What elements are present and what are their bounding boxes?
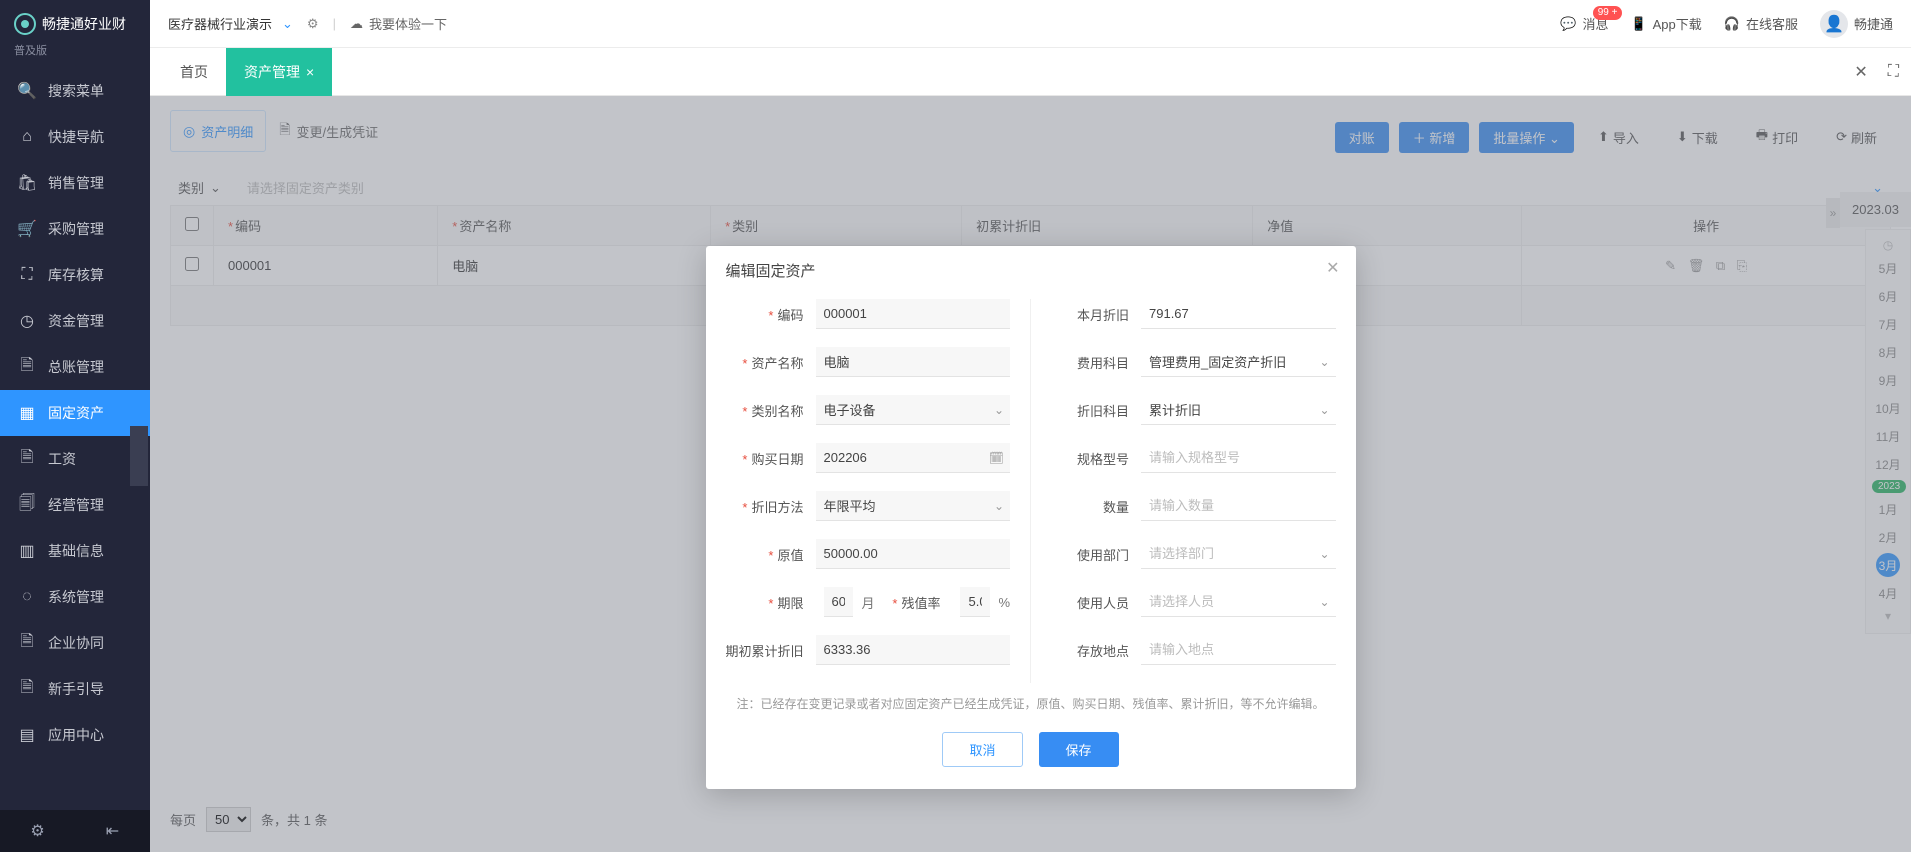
depr-acct-select[interactable] bbox=[1141, 395, 1336, 425]
sidebar-item-14[interactable]: ▤应用中心 bbox=[0, 712, 150, 758]
sidebar-item-8[interactable]: 🗎工资 bbox=[0, 436, 150, 482]
nav-icon: ⛶ bbox=[18, 266, 36, 284]
modal-title: 编辑固定资产 bbox=[726, 263, 816, 280]
sidebar-item-6[interactable]: 🗎总账管理 bbox=[0, 344, 150, 390]
edit-asset-modal: 编辑固定资产 ✕ *编码 *资产名称 *类别名称⌄ *购买日期🗓 *折旧方法⌄ … bbox=[706, 246, 1356, 789]
message-button[interactable]: 💬 消息 99 + bbox=[1560, 14, 1608, 33]
sidebar-item-5[interactable]: ◷资金管理 bbox=[0, 298, 150, 344]
sidebar-item-11[interactable]: ◌系统管理 bbox=[0, 574, 150, 620]
cloud-icon: ☁ bbox=[350, 16, 363, 32]
phone-icon: 📱 bbox=[1630, 16, 1646, 32]
period-input[interactable] bbox=[824, 587, 854, 617]
nav-icon: 🛒 bbox=[18, 220, 36, 238]
chevron-down-icon[interactable]: ⌄ bbox=[1319, 547, 1329, 561]
nav-icon: 🗎 bbox=[18, 358, 36, 376]
tab-0[interactable]: 首页 bbox=[162, 48, 226, 96]
sidebar-item-0[interactable]: 🔍搜索菜单 bbox=[0, 68, 150, 114]
chevron-down-icon[interactable]: ⌄ bbox=[994, 403, 1004, 417]
avatar: 👤 bbox=[1820, 10, 1848, 38]
modal-note: 注：已经存在变更记录或者对应固定资产已经生成凭证，原值、购买日期、残值率、累计折… bbox=[706, 683, 1356, 716]
close-all-icon[interactable]: ✕ bbox=[1854, 62, 1867, 82]
close-icon[interactable]: ✕ bbox=[1326, 258, 1339, 278]
logo: 畅捷通好业财 bbox=[0, 0, 150, 48]
sidebar-item-10[interactable]: ▥基础信息 bbox=[0, 528, 150, 574]
app-download-button[interactable]: 📱 App下载 bbox=[1630, 14, 1701, 33]
nav-icon: ▤ bbox=[18, 726, 36, 744]
residual-input[interactable] bbox=[960, 587, 990, 617]
sidebar-item-9[interactable]: 🗐经营管理 bbox=[0, 482, 150, 528]
location-input[interactable] bbox=[1141, 635, 1336, 665]
nav-icon: 🗎 bbox=[18, 634, 36, 652]
sidebar-item-3[interactable]: 🛒采购管理 bbox=[0, 206, 150, 252]
chevron-down-icon[interactable]: ⌄ bbox=[1319, 355, 1329, 369]
sidebar-item-13[interactable]: 🗎新手引导 bbox=[0, 666, 150, 712]
sidebar-item-12[interactable]: 🗎企业协同 bbox=[0, 620, 150, 666]
month-depr-input[interactable] bbox=[1141, 299, 1336, 329]
asset-name-input[interactable] bbox=[816, 347, 1011, 377]
nav-list: 🔍搜索菜单⌂快捷导航🛍销售管理🛒采购管理⛶库存核算◷资金管理🗎总账管理▦固定资产… bbox=[0, 68, 150, 758]
logo-text: 畅捷通好业财 bbox=[42, 14, 126, 34]
settings-icon[interactable]: ⚙ bbox=[0, 810, 75, 852]
category-select[interactable] bbox=[816, 395, 1011, 425]
chevron-down-icon: ⌄ bbox=[282, 16, 293, 32]
user-menu[interactable]: 👤 畅捷通 bbox=[1820, 10, 1893, 38]
topbar: 医疗器械行业演示 ⌄ ⚙ | ☁ 我要体验一下 💬 消息 99 + 📱 App下… bbox=[150, 0, 1911, 48]
nav-icon: ⌂ bbox=[18, 128, 36, 146]
gear-icon[interactable]: ⚙ bbox=[307, 16, 319, 32]
org-selector[interactable]: 医疗器械行业演示 ⌄ bbox=[168, 14, 293, 33]
init-depr-input[interactable] bbox=[816, 635, 1011, 665]
service-button[interactable]: 🎧 在线客服 bbox=[1724, 14, 1798, 33]
chevron-down-icon[interactable]: ⌄ bbox=[1319, 595, 1329, 609]
nav-icon: 🗎 bbox=[18, 450, 36, 468]
nav-icon: 🛍 bbox=[18, 174, 36, 192]
sidebar-item-1[interactable]: ⌂快捷导航 bbox=[0, 114, 150, 160]
save-button[interactable]: 保存 bbox=[1039, 732, 1119, 767]
fullscreen-icon[interactable]: ⛶ bbox=[1888, 63, 1899, 81]
collapse-icon[interactable]: ⇤ bbox=[75, 810, 150, 852]
nav-icon: ◷ bbox=[18, 312, 36, 330]
version-tag: 普及版 bbox=[0, 42, 150, 58]
sidebar-item-4[interactable]: ⛶库存核算 bbox=[0, 252, 150, 298]
dept-select[interactable] bbox=[1141, 539, 1336, 569]
logo-icon bbox=[14, 13, 36, 35]
expense-acct-select[interactable] bbox=[1141, 347, 1336, 377]
qty-input[interactable] bbox=[1141, 491, 1336, 521]
experience-link[interactable]: ☁ 我要体验一下 bbox=[350, 14, 447, 33]
chevron-down-icon[interactable]: ⌄ bbox=[1319, 403, 1329, 417]
method-select[interactable] bbox=[816, 491, 1011, 521]
person-select[interactable] bbox=[1141, 587, 1336, 617]
sidebar-item-7[interactable]: ▦固定资产 bbox=[0, 390, 150, 436]
tabs-row: 首页资产管理× ✕ ⛶ bbox=[150, 48, 1911, 96]
purchase-date-input[interactable] bbox=[816, 443, 1011, 473]
nav-icon: ◌ bbox=[18, 588, 36, 606]
sidebar-item-2[interactable]: 🛍销售管理 bbox=[0, 160, 150, 206]
headset-icon: 🎧 bbox=[1724, 16, 1740, 32]
org-name: 医疗器械行业演示 bbox=[168, 14, 272, 33]
code-input[interactable] bbox=[816, 299, 1011, 329]
nav-icon: 🔍 bbox=[18, 82, 36, 100]
close-icon[interactable]: × bbox=[306, 64, 314, 80]
nav-icon: ▥ bbox=[18, 542, 36, 560]
spec-input[interactable] bbox=[1141, 443, 1336, 473]
message-icon: 💬 bbox=[1560, 16, 1576, 32]
cancel-button[interactable]: 取消 bbox=[942, 732, 1022, 767]
orig-value-input[interactable] bbox=[816, 539, 1011, 569]
nav-scrollbar[interactable] bbox=[130, 426, 148, 486]
nav-icon: 🗎 bbox=[18, 680, 36, 698]
nav-icon: 🗐 bbox=[18, 496, 36, 514]
sidebar: 畅捷通好业财 普及版 🔍搜索菜单⌂快捷导航🛍销售管理🛒采购管理⛶库存核算◷资金管… bbox=[0, 0, 150, 852]
nav-icon: ▦ bbox=[18, 404, 36, 422]
chevron-down-icon[interactable]: ⌄ bbox=[994, 499, 1004, 513]
message-badge: 99 + bbox=[1593, 6, 1623, 20]
calendar-icon[interactable]: 🗓 bbox=[989, 451, 1004, 465]
tab-1[interactable]: 资产管理× bbox=[226, 48, 332, 96]
